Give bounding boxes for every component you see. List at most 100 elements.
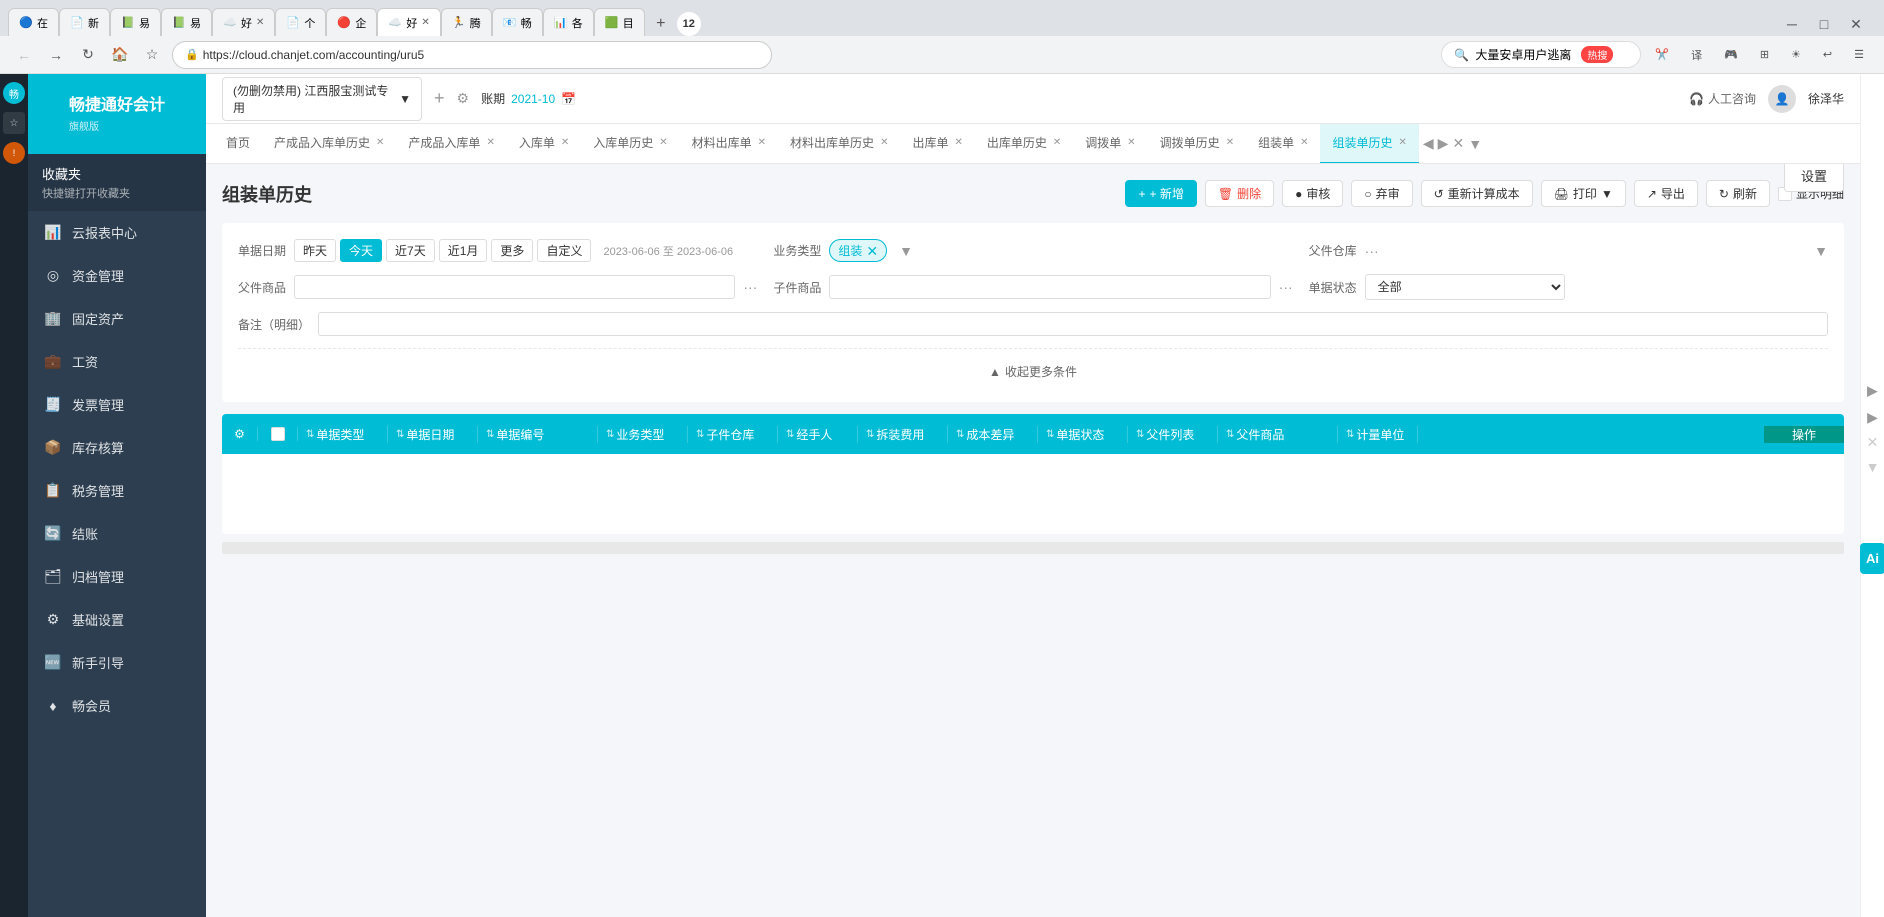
back-button[interactable]: ←	[12, 43, 36, 67]
sidebar-item-settlement[interactable]: 🔄 结账	[28, 512, 206, 555]
browser-tab-11[interactable]: 📊 各	[543, 8, 594, 36]
panel-more-button[interactable]: ▼	[1866, 459, 1880, 475]
th-bill-date[interactable]: ⇅ 单据日期	[388, 426, 478, 443]
child-goods-more[interactable]: ···	[1279, 279, 1293, 295]
nav-tab-outbound-history[interactable]: 出库单历史 ✕	[975, 124, 1073, 164]
browser-tab-1[interactable]: 🔵 在	[8, 8, 59, 36]
nav-tab-receipt-history[interactable]: 入库单历史 ✕	[581, 124, 679, 164]
close-button[interactable]: ✕	[1844, 12, 1868, 36]
add-company-button[interactable]: +	[434, 88, 445, 109]
browser-tab-7[interactable]: 🔴 企	[326, 8, 377, 36]
today-button[interactable]: 今天	[340, 239, 382, 262]
th-checkbox[interactable]	[258, 427, 298, 441]
nav-tab-close-5[interactable]: ✕	[758, 137, 766, 148]
new-tab-button[interactable]: +	[649, 12, 673, 36]
home-button[interactable]: 🏠	[108, 43, 132, 67]
browser-tab-8[interactable]: ☁️ 好 ✕	[377, 8, 440, 36]
header-checkbox[interactable]	[271, 427, 285, 441]
parent-warehouse-more[interactable]: ···	[1365, 243, 1379, 259]
browser-tab-5[interactable]: ☁️ 好 ✕	[212, 8, 275, 36]
yesterday-button[interactable]: 昨天	[294, 239, 336, 262]
browser-tab-3[interactable]: 📗 易	[110, 8, 161, 36]
maximize-button[interactable]: □	[1812, 12, 1836, 36]
last7days-button[interactable]: 近7天	[386, 239, 435, 262]
parent-warehouse-dropdown[interactable]: ▼	[1814, 243, 1828, 259]
cut-button[interactable]: ✂️	[1647, 46, 1677, 63]
th-child-warehouse[interactable]: ⇅ 子件仓库	[688, 426, 778, 443]
layout-button[interactable]: ⊞	[1752, 46, 1777, 63]
game-button[interactable]: 🎮	[1716, 46, 1746, 63]
panel-close-button[interactable]: ✕	[1867, 434, 1879, 451]
nav-tab-close-7[interactable]: ✕	[954, 137, 962, 148]
th-cost-diff[interactable]: ⇅ 成本差异	[948, 426, 1038, 443]
tab-close-5[interactable]: ✕	[256, 17, 264, 28]
remark-input[interactable]	[318, 312, 1828, 336]
export-button[interactable]: ↗ 导出	[1634, 180, 1698, 207]
minimize-button[interactable]: ─	[1780, 12, 1804, 36]
th-settings[interactable]: ⚙	[222, 427, 258, 441]
th-business-type[interactable]: ⇅ 业务类型	[598, 426, 688, 443]
sidebar-item-reports[interactable]: 📊 云报表中心	[28, 211, 206, 254]
service-button[interactable]: 🎧 人工咨询	[1689, 90, 1756, 107]
nav-tab-receipt[interactable]: 入库单 ✕	[507, 124, 581, 164]
nav-prev-button[interactable]: ◀	[1423, 135, 1434, 152]
sidebar-item-settings[interactable]: ⚙ 基础设置	[28, 598, 206, 641]
nav-tab-close-3[interactable]: ✕	[561, 137, 569, 148]
sidebar-collection[interactable]: 收藏夹 快捷键打开收藏夹	[28, 154, 206, 211]
nav-tab-transfer[interactable]: 调拨单 ✕	[1073, 124, 1147, 164]
company-selector[interactable]: (勿删勿禁用) 江西服宝测试专用 ▼	[222, 77, 422, 121]
nav-tab-assembly[interactable]: 组装单 ✕	[1246, 124, 1320, 164]
browser-tab-9[interactable]: 🏃 腾	[441, 8, 492, 36]
ai-button[interactable]: Ai	[1860, 543, 1884, 574]
collapse-button[interactable]: ▲ 收起更多条件	[983, 357, 1083, 386]
custom-button[interactable]: 自定义	[537, 239, 591, 262]
th-disassembly-fee[interactable]: ⇅ 拆装费用	[858, 426, 948, 443]
refresh-button[interactable]: ↻ 刷新	[1706, 180, 1770, 207]
audit-button[interactable]: ● 审核	[1282, 180, 1343, 207]
th-handler[interactable]: ⇅ 经手人	[778, 426, 858, 443]
bookmark-button[interactable]: ☆	[140, 43, 164, 67]
th-parent-goods[interactable]: ⇅ 父件商品	[1218, 426, 1338, 443]
sidebar-item-archive[interactable]: 🗂 归档管理	[28, 555, 206, 598]
business-type-remove[interactable]: ✕	[866, 244, 878, 258]
sidebar-item-fund[interactable]: ◎ 资金管理	[28, 254, 206, 297]
nav-close-all-button[interactable]: ✕	[1452, 135, 1464, 152]
nav-tab-close-11[interactable]: ✕	[1300, 137, 1308, 148]
print-button[interactable]: 🖨 打印 ▼	[1541, 180, 1626, 207]
recalculate-button[interactable]: ↺ 重新计算成本	[1421, 180, 1533, 207]
nav-tab-close-8[interactable]: ✕	[1053, 137, 1061, 148]
parent-goods-input[interactable]	[294, 275, 735, 299]
menu-button[interactable]: ☰	[1846, 46, 1872, 63]
nav-tab-close-9[interactable]: ✕	[1127, 137, 1135, 148]
parent-goods-more[interactable]: ···	[743, 279, 757, 295]
th-bill-type[interactable]: ⇅ 单据类型	[298, 426, 388, 443]
url-input[interactable]: 🔒 https://cloud.chanjet.com/accounting/u…	[172, 41, 772, 69]
nav-tab-close-4[interactable]: ✕	[659, 137, 667, 148]
user-name-button[interactable]: 徐泽华	[1808, 90, 1844, 107]
panel-collapse-button[interactable]: ◀	[1867, 384, 1878, 401]
nav-tab-close-10[interactable]: ✕	[1226, 137, 1234, 148]
browser-tab-2[interactable]: 📄 新	[59, 8, 110, 36]
nav-next-button[interactable]: ▶	[1438, 135, 1449, 152]
nav-tab-close-2[interactable]: ✕	[486, 137, 494, 148]
sidebar-item-invoice[interactable]: 🧾 发票管理	[28, 383, 206, 426]
setting-button[interactable]: 设置	[1784, 164, 1844, 192]
sidebar-item-fixed-assets[interactable]: 🏢 固定资产	[28, 297, 206, 340]
sidebar-item-inventory[interactable]: 📦 库存核算	[28, 426, 206, 469]
nav-tab-material-out-history[interactable]: 材料出库单历史 ✕	[778, 124, 900, 164]
period-selector[interactable]: 账期 2021-10 📅	[481, 90, 576, 107]
bill-status-select[interactable]: 全部 草稿 已审核	[1365, 274, 1565, 300]
delete-button[interactable]: 🗑 删除	[1205, 180, 1274, 207]
notification-mini[interactable]: !	[3, 142, 25, 164]
tab-close-8[interactable]: ✕	[421, 17, 429, 28]
add-button[interactable]: + + 新增	[1125, 180, 1196, 207]
th-unit[interactable]: ⇅ 计量单位	[1338, 426, 1418, 443]
nav-more-button[interactable]: ▼	[1468, 136, 1482, 152]
nav-tab-close-12[interactable]: ✕	[1399, 137, 1407, 148]
th-bill-no[interactable]: ⇅ 单据编号	[478, 426, 598, 443]
reload-button[interactable]: ↻	[76, 43, 100, 67]
browser-tab-12[interactable]: 🟩 目	[594, 8, 645, 36]
sidebar-mini-icon[interactable]: ☆	[3, 112, 25, 134]
nav-tab-material-out[interactable]: 材料出库单 ✕	[680, 124, 778, 164]
sidebar-item-tax[interactable]: 📋 税务管理	[28, 469, 206, 512]
